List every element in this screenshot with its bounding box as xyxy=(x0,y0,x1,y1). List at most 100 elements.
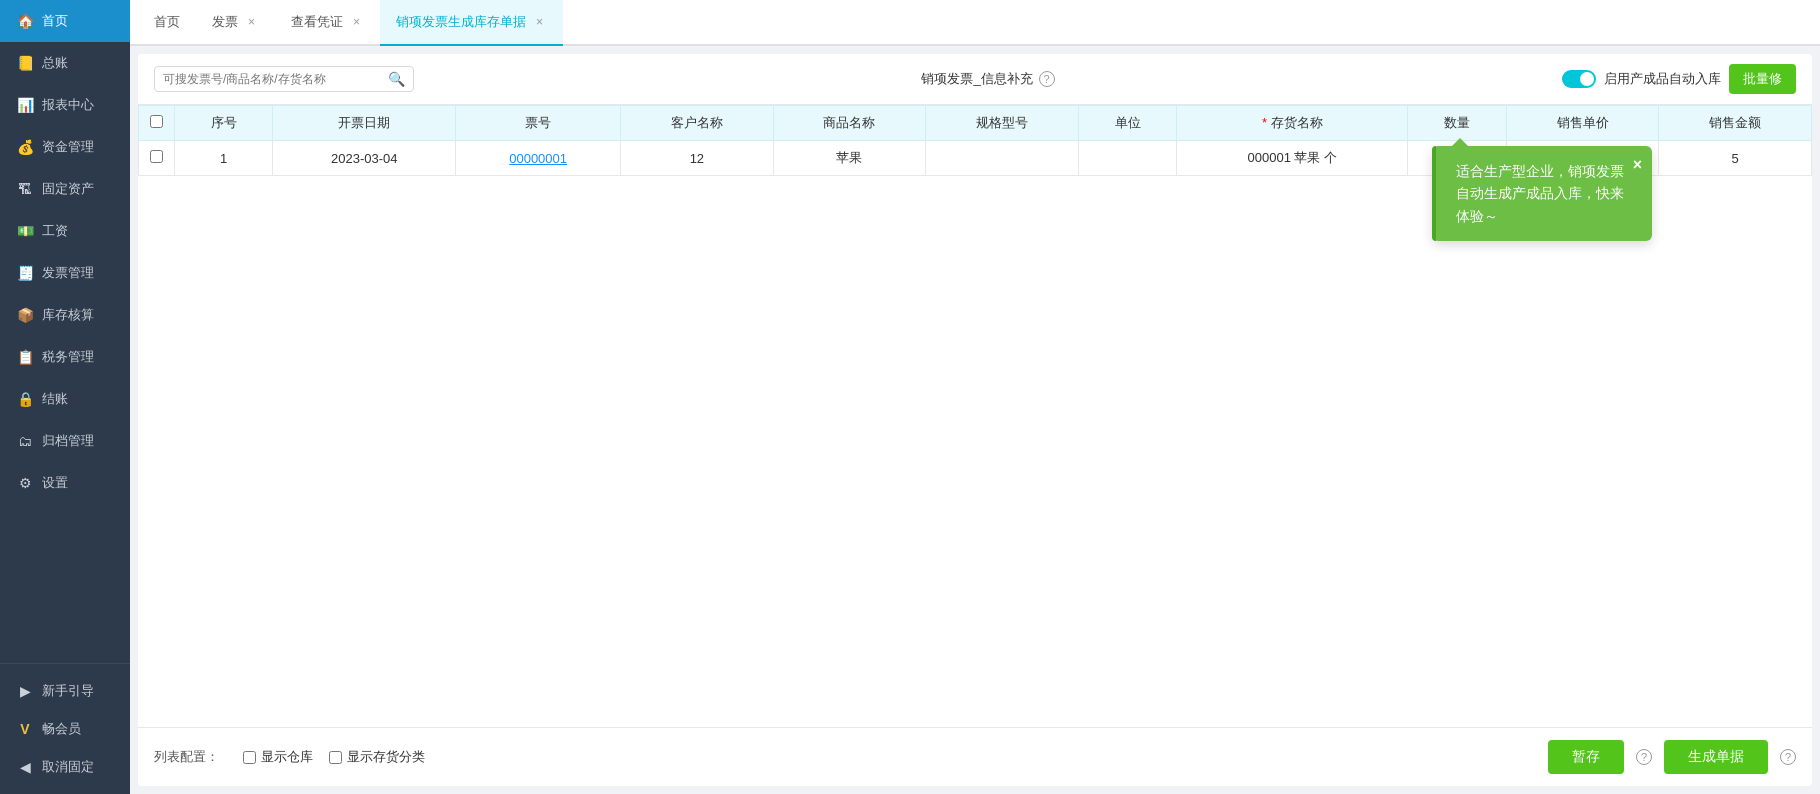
guide-icon: ▶ xyxy=(16,682,34,700)
row-spec xyxy=(926,141,1079,176)
sidebar-item-invoice[interactable]: 🧾 发票管理 xyxy=(0,252,130,294)
show-warehouse-text: 显示仓库 xyxy=(261,748,313,766)
toggle-label: 启用产成品自动入库 xyxy=(1604,70,1721,88)
show-category-checkbox[interactable] xyxy=(329,751,342,764)
info-label: 销项发票_信息补充 xyxy=(921,70,1032,88)
sidebar-item-archive[interactable]: 🗂 归档管理 xyxy=(0,420,130,462)
sidebar-item-guide[interactable]: ▶ 新手引导 xyxy=(0,672,130,710)
header-date: 开票日期 xyxy=(273,106,456,141)
sidebar: 🏠 首页 📒 总账 📊 报表中心 💰 资金管理 🏗 固定资产 💵 工资 🧾 发票… xyxy=(0,0,130,794)
header-customer: 客户名称 xyxy=(621,106,774,141)
sidebar-item-label: 资金管理 xyxy=(42,138,94,156)
inventory-icon: 📦 xyxy=(16,306,34,324)
sidebar-item-label: 畅会员 xyxy=(42,720,81,738)
assets-icon: 🏗 xyxy=(16,180,34,198)
header-checkbox-cell xyxy=(139,106,175,141)
show-category-label[interactable]: 显示存货分类 xyxy=(329,748,425,766)
sidebar-item-ledger[interactable]: 📒 总账 xyxy=(0,42,130,84)
select-all-checkbox[interactable] xyxy=(150,115,163,128)
search-box[interactable]: 🔍 xyxy=(154,66,414,92)
sidebar-item-label: 发票管理 xyxy=(42,264,94,282)
header-number: 票号 xyxy=(456,106,621,141)
row-unit xyxy=(1078,141,1176,176)
sidebar-item-member[interactable]: V 畅会员 xyxy=(0,710,130,748)
close-account-icon: 🔒 xyxy=(16,390,34,408)
header-amount: 销售金额 xyxy=(1659,106,1812,141)
tab-stock-entry-close[interactable]: × xyxy=(532,13,547,31)
generate-info-icon[interactable]: ? xyxy=(1780,749,1796,765)
header-unit-price: 销售单价 xyxy=(1506,106,1659,141)
sidebar-item-assets[interactable]: 🏗 固定资产 xyxy=(0,168,130,210)
tab-voucher-close[interactable]: × xyxy=(349,13,364,31)
tooltip-text: 适合生产型企业，销项发票自动生成产成品入库，快来体验～ xyxy=(1448,160,1636,227)
sidebar-item-home[interactable]: 🏠 首页 xyxy=(0,0,130,42)
tab-home-label: 首页 xyxy=(154,13,180,31)
sidebar-item-label: 新手引导 xyxy=(42,682,94,700)
member-icon: V xyxy=(16,720,34,738)
sidebar-item-label: 结账 xyxy=(42,390,68,408)
sidebar-item-settings[interactable]: ⚙ 设置 xyxy=(0,462,130,504)
tab-invoice-close[interactable]: × xyxy=(244,13,259,31)
search-input[interactable] xyxy=(163,72,382,86)
row-number[interactable]: 00000001 xyxy=(456,141,621,176)
archive-icon: 🗂 xyxy=(16,432,34,450)
tab-invoice[interactable]: 发票 × xyxy=(196,0,275,46)
row-checkbox-cell xyxy=(139,141,175,176)
content-area: 🔍 销项发票_信息补充 ? 启用产成品自动入库 批量修 xyxy=(138,54,1812,786)
tab-home[interactable]: 首页 xyxy=(138,0,196,46)
toolbar-top: 🔍 销项发票_信息补充 ? 启用产成品自动入库 批量修 xyxy=(138,54,1812,105)
cancel-fix-button[interactable]: ◀ 取消固定 xyxy=(0,748,130,786)
sidebar-item-inventory[interactable]: 📦 库存核算 xyxy=(0,294,130,336)
row-checkbox[interactable] xyxy=(150,150,163,163)
sidebar-item-label: 库存核算 xyxy=(42,306,94,324)
batch-edit-button[interactable]: 批量修 xyxy=(1729,64,1796,94)
header-unit: 单位 xyxy=(1078,106,1176,141)
header-seq: 序号 xyxy=(175,106,273,141)
header-inventory: * 存货名称 xyxy=(1177,106,1408,141)
show-warehouse-checkbox[interactable] xyxy=(243,751,256,764)
tab-invoice-label: 发票 xyxy=(212,13,238,31)
payroll-icon: 💵 xyxy=(16,222,34,240)
generate-button[interactable]: 生成单据 xyxy=(1664,740,1768,774)
save-button[interactable]: 暂存 xyxy=(1548,740,1624,774)
tooltip-close-button[interactable]: × xyxy=(1633,152,1642,178)
invoice-icon: 🧾 xyxy=(16,264,34,282)
row-amount: 5 xyxy=(1659,141,1812,176)
tax-icon: 📋 xyxy=(16,348,34,366)
sidebar-item-reports[interactable]: 📊 报表中心 xyxy=(0,84,130,126)
info-icon[interactable]: ? xyxy=(1039,71,1055,87)
reports-icon: 📊 xyxy=(16,96,34,114)
tab-stock-entry[interactable]: 销项发票生成库存单据 × xyxy=(380,0,563,46)
sidebar-item-label: 设置 xyxy=(42,474,68,492)
settings-icon: ⚙ xyxy=(16,474,34,492)
sidebar-item-close[interactable]: 🔒 结账 xyxy=(0,378,130,420)
header-product: 商品名称 xyxy=(773,106,926,141)
tooltip-bar xyxy=(1432,146,1436,241)
tab-bar: 首页 发票 × 查看凭证 × 销项发票生成库存单据 × xyxy=(130,0,1820,46)
cancel-fix-label: 取消固定 xyxy=(42,758,94,776)
show-warehouse-label[interactable]: 显示仓库 xyxy=(243,748,313,766)
tooltip-popup: × 适合生产型企业，销项发票自动生成产成品入库，快来体验～ xyxy=(1432,146,1652,241)
sidebar-item-label: 固定资产 xyxy=(42,180,94,198)
bottom-bar: 列表配置： 显示仓库 显示存货分类 暂存 ? 生成单据 ? xyxy=(138,727,1812,786)
table-header-row: 序号 开票日期 票号 客户名称 商品名称 规格型号 单位 * 存货名称 数量 销… xyxy=(139,106,1812,141)
sidebar-item-label: 归档管理 xyxy=(42,432,94,450)
sidebar-bottom: ▶ 新手引导 V 畅会员 ◀ 取消固定 xyxy=(0,663,130,794)
sidebar-item-fund[interactable]: 💰 资金管理 xyxy=(0,126,130,168)
save-info-icon[interactable]: ? xyxy=(1636,749,1652,765)
sidebar-item-label: 报表中心 xyxy=(42,96,94,114)
home-icon: 🏠 xyxy=(16,12,34,30)
sidebar-item-label: 税务管理 xyxy=(42,348,94,366)
main-area: 首页 发票 × 查看凭证 × 销项发票生成库存单据 × 🔍 销项发票_信息补充 … xyxy=(130,0,1820,794)
sidebar-item-label: 首页 xyxy=(42,12,68,30)
auto-stock-toggle[interactable] xyxy=(1562,70,1596,88)
row-seq: 1 xyxy=(175,141,273,176)
search-icon[interactable]: 🔍 xyxy=(388,71,405,87)
header-spec: 规格型号 xyxy=(926,106,1079,141)
row-date: 2023-03-04 xyxy=(273,141,456,176)
sidebar-item-payroll[interactable]: 💵 工资 xyxy=(0,210,130,252)
sidebar-item-tax[interactable]: 📋 税务管理 xyxy=(0,336,130,378)
tab-voucher[interactable]: 查看凭证 × xyxy=(275,0,380,46)
cancel-fix-icon: ◀ xyxy=(16,758,34,776)
row-inventory: 000001 苹果 个 xyxy=(1177,141,1408,176)
